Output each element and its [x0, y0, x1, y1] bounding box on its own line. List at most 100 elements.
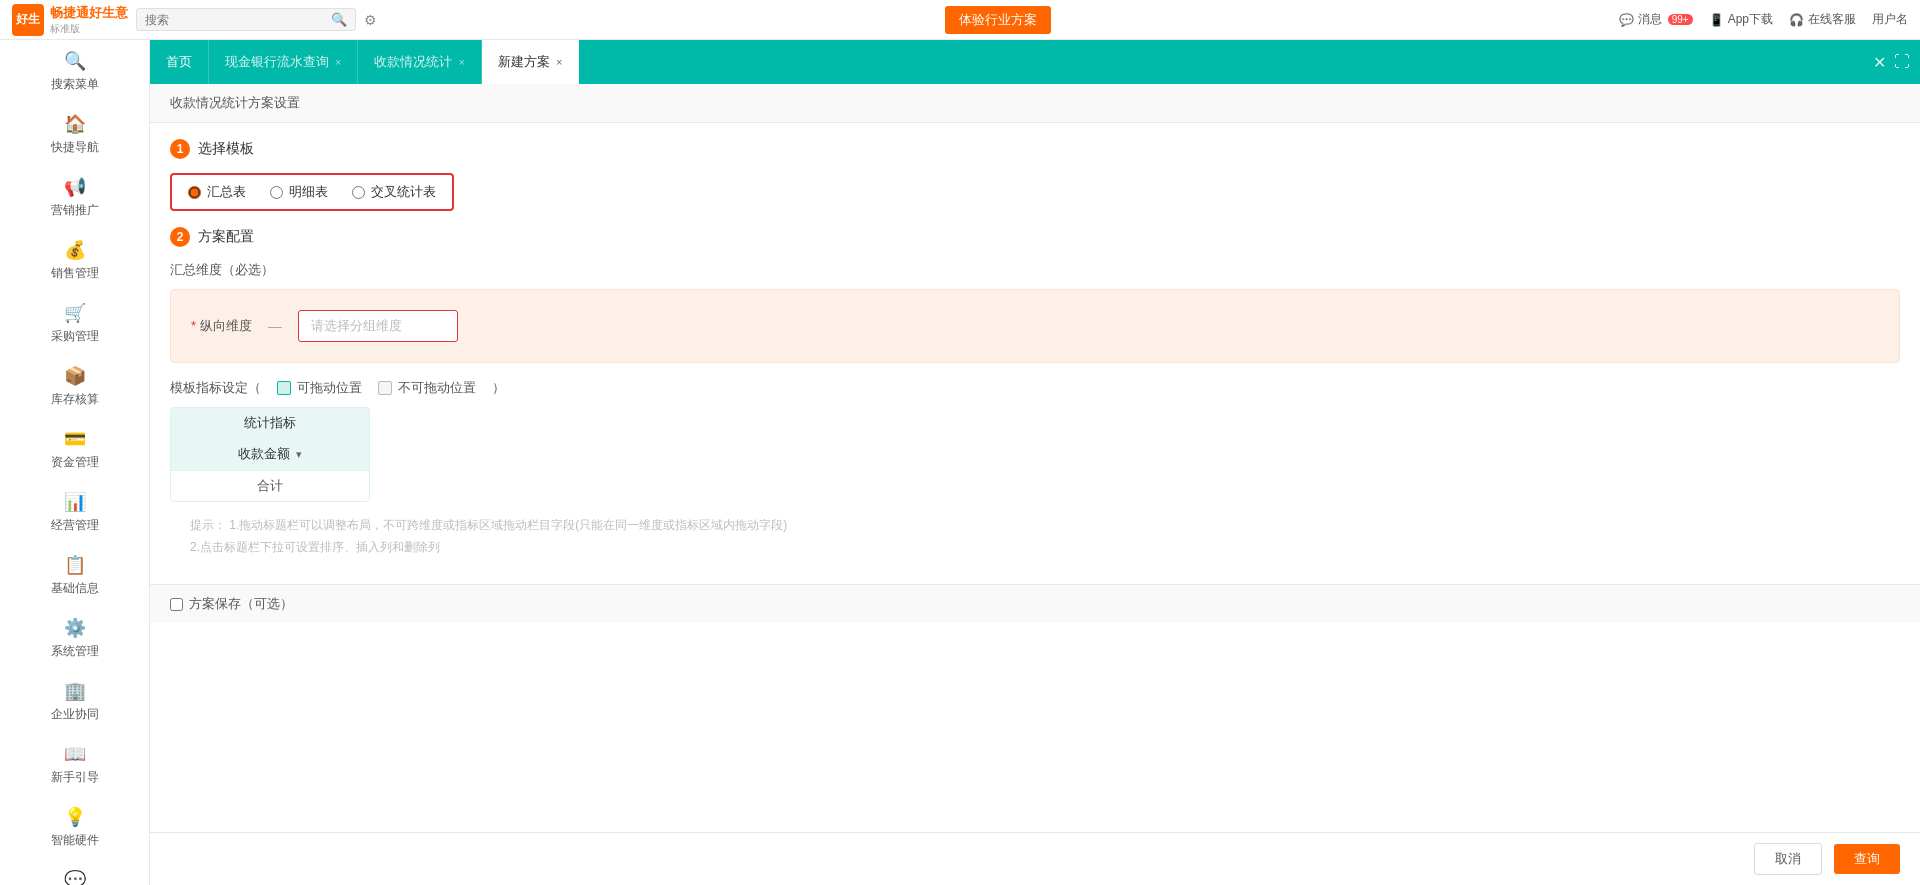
- tab-collection[interactable]: 收款情况统计 ×: [358, 40, 481, 84]
- tab-collection-close[interactable]: ×: [458, 56, 464, 68]
- user-label: 用户名: [1872, 11, 1908, 28]
- indicator-col: 统计指标 收款金额 ▾ 合计: [171, 408, 369, 501]
- sidebar-item-sales[interactable]: 💰 销售管理: [0, 229, 149, 292]
- tab-cashflow[interactable]: 现金银行流水查询 ×: [209, 40, 358, 84]
- no-drag-legend: 不可拖动位置: [378, 379, 476, 397]
- tab-cashflow-label: 现金银行流水查询: [225, 53, 329, 71]
- sidebar-item-label: 快捷导航: [51, 139, 99, 156]
- drag-legend: 可拖动位置: [277, 379, 362, 397]
- logo: 好生 畅捷通好生意 标准版: [12, 4, 128, 36]
- finance-icon: 💳: [64, 428, 86, 450]
- download-label: App下载: [1728, 11, 1773, 28]
- indicator-section: 模板指标设定（ 可拖动位置 不可拖动位置 ）: [170, 379, 1900, 505]
- sidebar-item-marketing[interactable]: 📢 营销推广: [0, 166, 149, 229]
- page-header: 收款情况统计方案设置: [150, 84, 1920, 123]
- sidebar-item-search[interactable]: 🔍 搜索菜单: [0, 40, 149, 103]
- sidebar-item-label: 库存核算: [51, 391, 99, 408]
- sidebar-item-label: 经营管理: [51, 517, 99, 534]
- tab-new-plan-close[interactable]: ×: [556, 56, 562, 68]
- tab-new-plan[interactable]: 新建方案 ×: [482, 40, 579, 84]
- collab-icon: 🏢: [64, 680, 86, 702]
- sidebar-item-guide[interactable]: 📖 新手引导: [0, 733, 149, 796]
- sidebar-item-label: 智能硬件: [51, 832, 99, 849]
- logo-sub: 标准版: [50, 22, 128, 36]
- search-input[interactable]: [145, 13, 331, 27]
- tab-collection-label: 收款情况统计: [374, 53, 452, 71]
- radio-cross-input[interactable]: [352, 186, 365, 199]
- sidebar-item-system[interactable]: ⚙️ 系统管理: [0, 607, 149, 670]
- indicator-setting-label: 模板指标设定（: [170, 379, 261, 397]
- page-header-title: 收款情况统计方案设置: [170, 95, 300, 110]
- sidebar-item-nav[interactable]: 🏠 快捷导航: [0, 103, 149, 166]
- radio-detail-input[interactable]: [270, 186, 283, 199]
- dimension-input[interactable]: 请选择分组维度: [298, 310, 458, 342]
- save-plan-label: 方案保存（可选）: [189, 595, 293, 613]
- search-box[interactable]: 🔍: [136, 8, 356, 31]
- sidebar-item-label: 新手引导: [51, 769, 99, 786]
- sidebar-item-inventory[interactable]: 📦 库存核算: [0, 355, 149, 418]
- sidebar-item-label: 搜索菜单: [51, 76, 99, 93]
- indicator-subrow: 合计: [171, 470, 369, 501]
- tip-line2: 2.点击标题栏下拉可设置排序、插入列和删除列: [190, 537, 1880, 559]
- radio-cross[interactable]: 交叉统计表: [352, 183, 436, 201]
- tab-maximize-icon[interactable]: ⛶: [1894, 53, 1910, 71]
- tab-bar-right: ✕ ⛶: [1873, 53, 1920, 72]
- top-center: 体验行业方案: [385, 6, 1611, 34]
- step1-title: 1 选择模板: [170, 139, 1900, 159]
- tips-section: 提示： 1.拖动标题栏可以调整布局，不可跨维度或指标区域拖动栏目字段(只能在同一…: [170, 505, 1900, 568]
- dimension-area: * 纵向维度 — 请选择分组维度: [170, 289, 1900, 363]
- drag-box-icon: [277, 381, 291, 395]
- industry-button[interactable]: 体验行业方案: [945, 6, 1051, 34]
- tab-bar: 首页 现金银行流水查询 × 收款情况统计 × 新建方案 × ✕ ⛶: [150, 40, 1920, 84]
- radio-summary-label: 汇总表: [207, 183, 246, 201]
- required-star: *: [191, 318, 200, 333]
- indicator-table: 统计指标 收款金额 ▾ 合计: [170, 407, 370, 502]
- sidebar-item-hardware[interactable]: 💡 智能硬件: [0, 796, 149, 859]
- sidebar-item-management[interactable]: 📊 经营管理: [0, 481, 149, 544]
- sidebar-item-wechat[interactable]: 💬 企业微信: [0, 859, 149, 885]
- logo-text: 畅捷通好生意: [50, 4, 128, 22]
- service-item[interactable]: 🎧 在线客服: [1789, 11, 1856, 28]
- indicator-dropdown-icon[interactable]: ▾: [296, 448, 302, 461]
- save-plan-checkbox[interactable]: [170, 598, 183, 611]
- vertical-label: * 纵向维度: [191, 317, 252, 335]
- indicator-cell-amount[interactable]: 收款金额 ▾: [171, 438, 369, 470]
- sidebar-item-collab[interactable]: 🏢 企业协同: [0, 670, 149, 733]
- tab-cashflow-close[interactable]: ×: [335, 56, 341, 68]
- template-radio-group: 汇总表 明细表 交叉统计表: [170, 173, 454, 211]
- radio-detail[interactable]: 明细表: [270, 183, 328, 201]
- sidebar-item-finance[interactable]: 💳 资金管理: [0, 418, 149, 481]
- save-plan-checkbox-label[interactable]: 方案保存（可选）: [170, 595, 293, 613]
- tab-close-all-icon[interactable]: ✕: [1873, 53, 1886, 72]
- download-icon: 📱: [1709, 13, 1724, 27]
- indicator-setting-end: ）: [492, 379, 505, 397]
- sidebar-item-label: 企业协同: [51, 706, 99, 723]
- cancel-button[interactable]: 取消: [1754, 843, 1822, 875]
- search-icon: 🔍: [331, 12, 347, 27]
- user-item[interactable]: 用户名: [1872, 11, 1908, 28]
- purchase-icon: 🛒: [64, 302, 86, 324]
- message-item[interactable]: 💬 消息 99+: [1619, 11, 1693, 28]
- message-icon: 💬: [1619, 13, 1634, 27]
- drag-label: 可拖动位置: [297, 379, 362, 397]
- marketing-icon: 📢: [64, 176, 86, 198]
- radio-detail-label: 明细表: [289, 183, 328, 201]
- radio-summary-input[interactable]: [188, 186, 201, 199]
- step2-label: 方案配置: [198, 228, 254, 246]
- download-item[interactable]: 📱 App下载: [1709, 11, 1773, 28]
- action-bar: 取消 查询: [150, 832, 1920, 885]
- main-layout: 🔍 搜索菜单 🏠 快捷导航 📢 营销推广 💰 销售管理 🛒 采购管理 📦 库存核…: [0, 40, 1920, 885]
- dimension-row: * 纵向维度 — 请选择分组维度: [191, 310, 1879, 342]
- dimension-arrow: —: [268, 318, 282, 334]
- indicator-col-name: 收款金额: [238, 445, 290, 463]
- tab-home[interactable]: 首页: [150, 40, 209, 84]
- sidebar-item-label: 采购管理: [51, 328, 99, 345]
- message-label: 消息: [1638, 11, 1662, 28]
- gear-icon[interactable]: ⚙: [364, 12, 377, 28]
- sidebar: 🔍 搜索菜单 🏠 快捷导航 📢 营销推广 💰 销售管理 🛒 采购管理 📦 库存核…: [0, 40, 150, 885]
- radio-summary[interactable]: 汇总表: [188, 183, 246, 201]
- sidebar-item-purchase[interactable]: 🛒 采购管理: [0, 292, 149, 355]
- logo-icon: 好生: [12, 4, 44, 36]
- sidebar-item-basic[interactable]: 📋 基础信息: [0, 544, 149, 607]
- query-button[interactable]: 查询: [1834, 844, 1900, 874]
